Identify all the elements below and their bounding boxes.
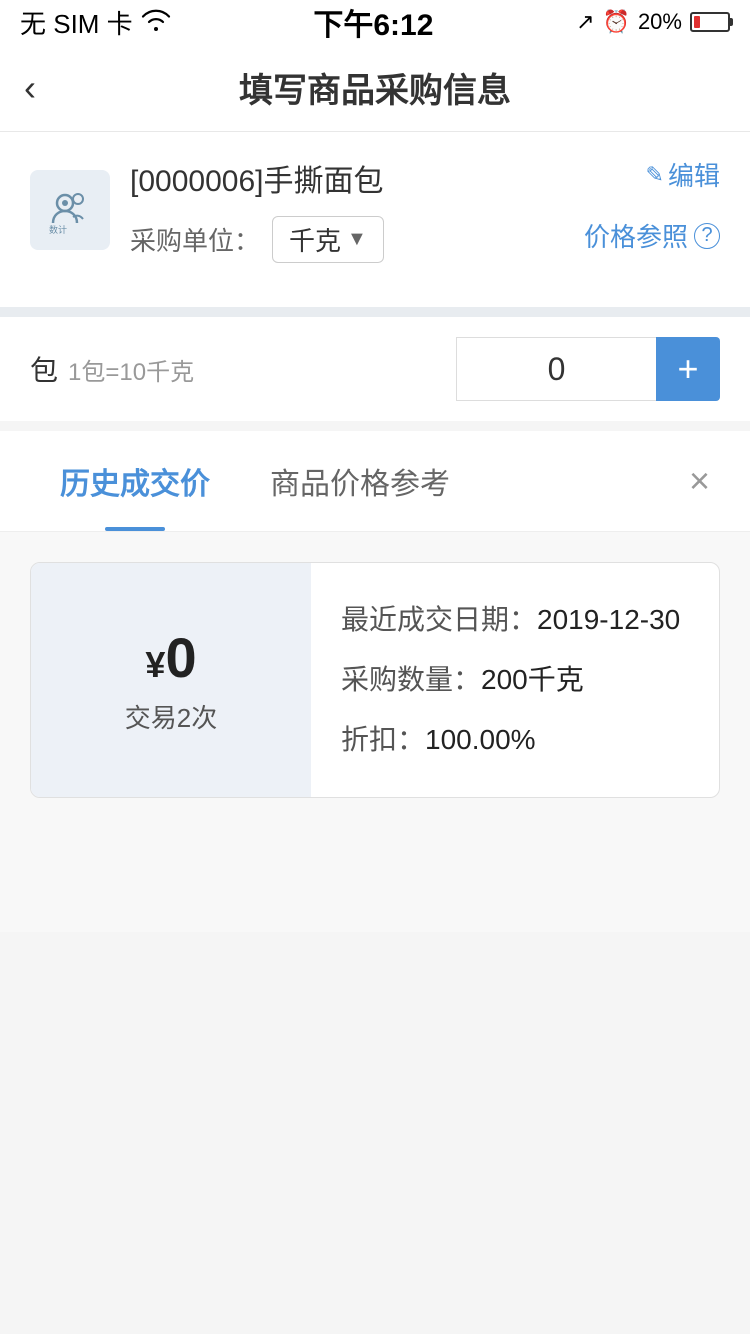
back-button[interactable]: ‹ [24,67,36,109]
price-card-right: 最近成交日期：2019-12-30 采购数量：200千克 折扣：100.00% [311,563,719,797]
edit-button[interactable]: ✎ 编辑 [646,156,720,193]
price-card: ¥0 交易2次 最近成交日期：2019-12-30 采购数量：200千克 折扣：… [30,562,720,798]
tab1-label: 历史成交价 [60,468,210,501]
battery-icon [690,12,730,32]
nav-bar: ‹ 填写商品采购信息 [0,44,750,132]
product-name: [0000006]手撕面包 [130,156,384,200]
status-bar: 无 SIM 卡 下午6:12 ↗ ⏰ 20% [0,0,750,44]
tabs-header: 历史成交价 商品价格参考 × [0,431,750,532]
unit-value: 千克 [289,221,341,258]
trade-count: 交易2次 [125,698,217,735]
edit-label: 编辑 [668,156,720,193]
product-left: 数计 [0000006]手撕面包 采购单位： 千克 ▼ [30,156,384,263]
tab-close-button[interactable]: × [679,450,720,512]
price-amount: ¥0 [145,625,196,690]
tabs-section: 历史成交价 商品价格参考 × ¥0 交易2次 最近成交日期：2019-12-30… [0,431,750,932]
price-value: 0 [165,626,196,689]
tab2-label: 商品价格参考 [270,468,450,501]
quantity-row: 包 1包=10千克 + [0,317,750,421]
product-section: 数计 [0000006]手撕面包 采购单位： 千克 ▼ ✎ 编辑 [0,132,750,307]
currency-symbol: ¥ [145,644,165,685]
price-ref-label: 价格参照 [584,217,688,254]
status-time: 下午6:12 [313,0,433,44]
battery-fill [694,16,700,28]
status-right: ↗ ⏰ 20% [576,9,730,35]
unit-selector[interactable]: 千克 ▼ [272,216,384,263]
location-icon: ↗ [576,9,594,35]
recent-date-row: 最近成交日期：2019-12-30 [341,599,689,641]
purchase-unit-label: 采购单位： [130,221,260,258]
purchase-qty-label: 采购数量： [341,664,481,695]
dropdown-arrow-icon: ▼ [347,228,367,251]
price-card-left: ¥0 交易2次 [31,563,311,797]
price-ref-button[interactable]: 价格参照 ? [584,217,720,254]
svg-text:数计: 数计 [49,224,67,235]
help-icon: ? [694,223,720,249]
plus-icon: + [677,348,698,390]
price-card-area: ¥0 交易2次 最近成交日期：2019-12-30 采购数量：200千克 折扣：… [0,532,750,932]
discount-value: 100.00% [425,724,536,755]
tab-product-price[interactable]: 商品价格参考 [240,431,480,531]
carrier-text: 无 SIM 卡 [20,4,133,41]
product-thumbnail: 数计 [30,170,110,250]
section-divider [0,307,750,317]
page-title: 填写商品采购信息 [239,63,511,112]
battery-pct: 20% [638,9,682,35]
edit-icon: ✎ [646,162,664,188]
product-header: 数计 [0000006]手撕面包 采购单位： 千克 ▼ ✎ 编辑 [30,156,720,263]
discount-row: 折扣：100.00% [341,719,689,761]
product-info: [0000006]手撕面包 采购单位： 千克 ▼ [130,156,384,263]
wifi-icon [141,7,171,38]
tabs-list: 历史成交价 商品价格参考 [30,431,679,531]
purchase-qty-value: 200千克 [481,664,584,695]
quantity-input[interactable] [456,337,656,401]
quantity-conversion: 1包=10千克 [68,352,194,387]
recent-date-label: 最近成交日期： [341,604,537,635]
quantity-input-group: + [456,337,720,401]
purchase-qty-row: 采购数量：200千克 [341,659,689,701]
status-left: 无 SIM 卡 [20,4,171,41]
quantity-plus-button[interactable]: + [656,337,720,401]
tab-history-price[interactable]: 历史成交价 [30,431,240,531]
recent-date-value: 2019-12-30 [537,604,680,635]
quantity-label: 包 1包=10千克 [30,349,194,389]
product-right-actions: ✎ 编辑 价格参照 ? [584,156,720,254]
discount-label: 折扣： [341,724,425,755]
quantity-unit-icon: 包 [30,349,58,389]
purchase-unit-row: 采购单位： 千克 ▼ [130,216,384,263]
alarm-icon: ⏰ [603,9,630,35]
